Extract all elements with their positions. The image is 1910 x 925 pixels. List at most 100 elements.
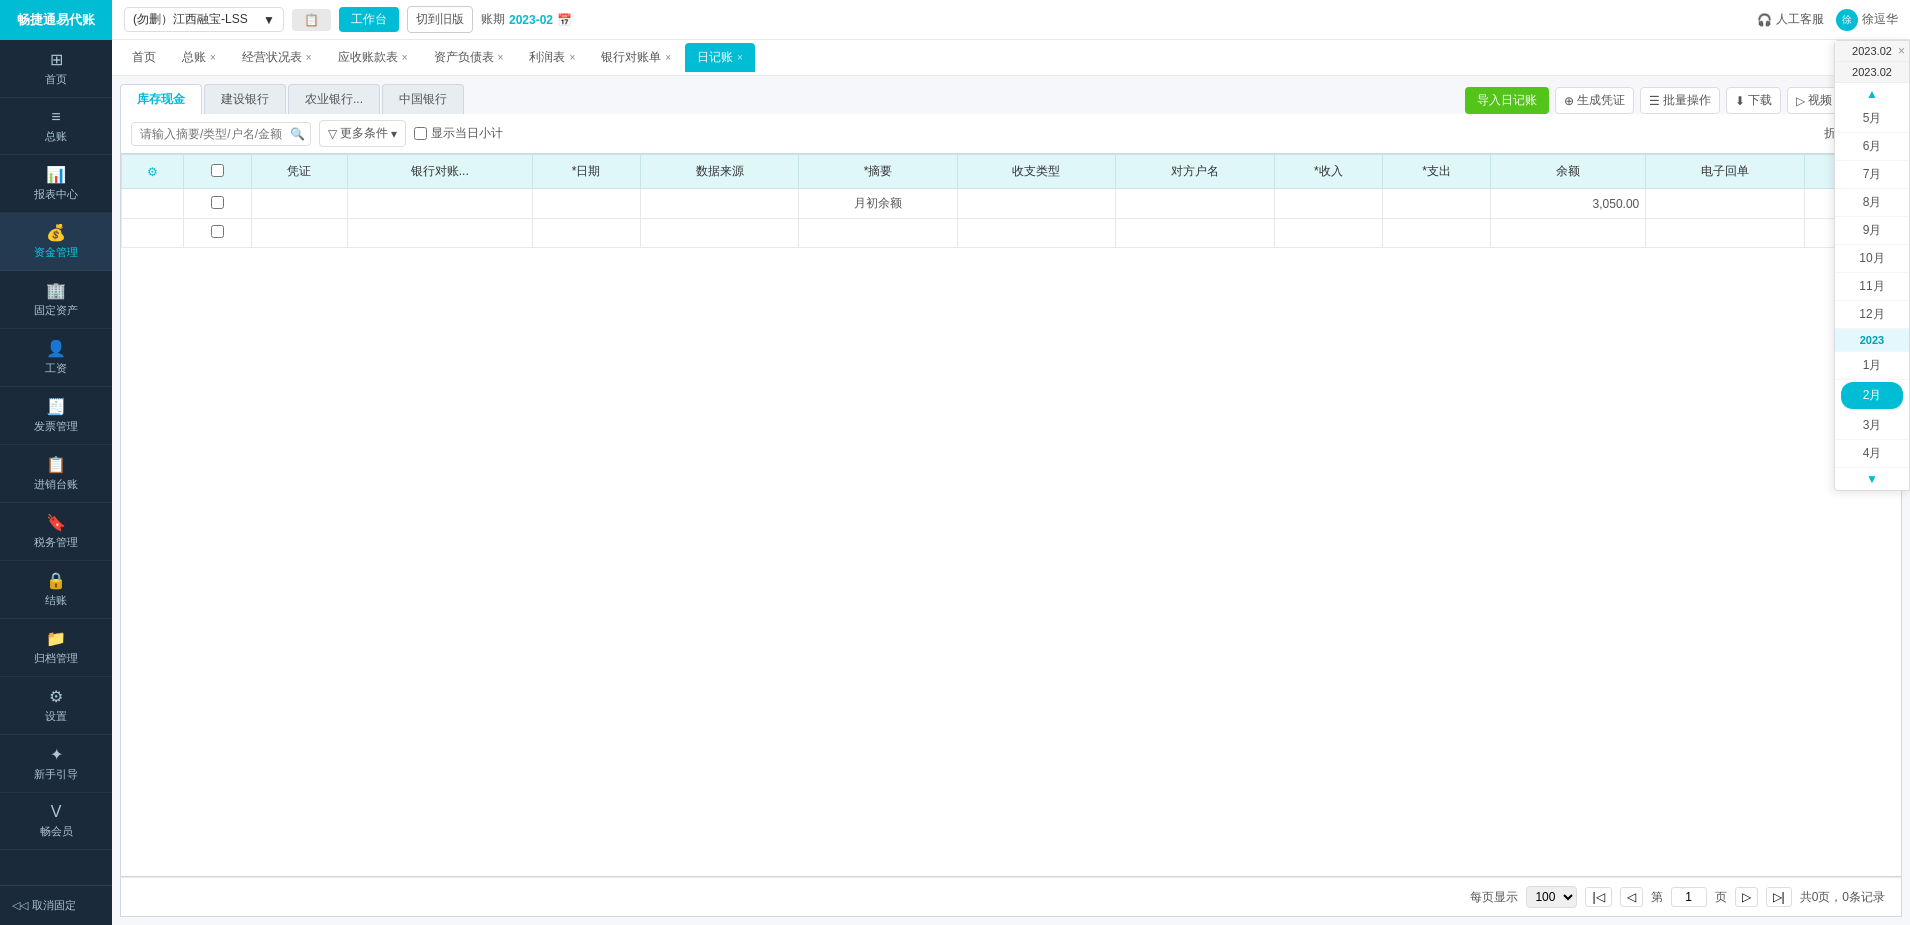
tab-home-label: 首页 (132, 49, 156, 66)
period-value[interactable]: 2023-02 (509, 13, 553, 27)
tab-journal[interactable]: 日记账 × (685, 43, 755, 72)
tab-receivable[interactable]: 应收账款表 × (326, 43, 420, 72)
tax-icon: 🔖 (46, 513, 66, 532)
customer-service[interactable]: 🎧 人工客服 (1757, 11, 1824, 28)
btn-workspace[interactable]: 工作台 (339, 7, 399, 32)
period-panel-close[interactable]: × (1898, 44, 1905, 58)
video-icon: ▷ (1796, 94, 1805, 108)
cell-bank-reconcile-2 (348, 219, 533, 248)
sidebar-item-assets[interactable]: 🏢 固定资产 (0, 271, 112, 329)
company-selector[interactable]: (勿删）江西融宝-LSS ▼ (124, 7, 284, 32)
tab-ledger[interactable]: 总账 × (170, 43, 228, 72)
search-input[interactable] (131, 122, 311, 146)
first-page-btn[interactable]: |◁ (1585, 887, 1611, 907)
sidebar-collapse-btn[interactable]: ◁◁ 取消固定 (0, 885, 112, 925)
tab-home[interactable]: 首页 (120, 43, 168, 72)
tab-assets-label: 资产负债表 (434, 49, 494, 66)
assets-icon: 🏢 (46, 281, 66, 300)
cell-balance-1: 3,050.00 (1491, 189, 1646, 219)
period-month-12[interactable]: 12月 (1835, 301, 1909, 329)
tab-assets-close[interactable]: × (498, 52, 504, 63)
sidebar-item-report[interactable]: 📊 报表中心 (0, 155, 112, 213)
btn-more-filter[interactable]: ▽ 更多条件 ▾ (319, 120, 406, 147)
period-panel-header-2: 2023.02 (1835, 62, 1909, 83)
sidebar-item-tax[interactable]: 🔖 税务管理 (0, 503, 112, 561)
sidebar-item-member[interactable]: V 畅会员 (0, 793, 112, 850)
sidebar-item-ledger[interactable]: ≡ 总账 (0, 98, 112, 155)
btn-download[interactable]: ⬇ 下载 (1726, 87, 1781, 114)
prev-page-btn[interactable]: ◁ (1620, 887, 1643, 907)
sidebar-item-guide[interactable]: ✦ 新手引导 (0, 735, 112, 793)
btn-copy[interactable]: 📋 (292, 9, 331, 31)
period-month-2-active[interactable]: 2月 (1841, 382, 1903, 410)
closing-icon: 🔒 (46, 571, 66, 590)
period-month-6[interactable]: 6月 (1835, 133, 1909, 161)
sidebar-item-home[interactable]: ⊞ 首页 (0, 40, 112, 98)
period-month-10[interactable]: 10月 (1835, 245, 1909, 273)
cell-checkbox-2[interactable] (184, 219, 252, 248)
period-month-4[interactable]: 4月 (1835, 440, 1909, 468)
btn-generate-voucher[interactable]: ⊕ 生成凭证 (1555, 87, 1634, 114)
period-month-8[interactable]: 8月 (1835, 189, 1909, 217)
sub-tab-cash[interactable]: 库存现金 (120, 84, 202, 114)
next-page-btn[interactable]: ▷ (1735, 887, 1758, 907)
tab-profit[interactable]: 利润表 × (517, 43, 587, 72)
sub-tab-boc[interactable]: 中国银行 (382, 84, 464, 114)
sidebar-item-sales[interactable]: 📋 进销台账 (0, 445, 112, 503)
btn-old-version[interactable]: 切到旧版 (407, 6, 473, 33)
sub-tab-ccb[interactable]: 建设银行 (204, 84, 286, 114)
sidebar-item-invoice[interactable]: 🧾 发票管理 (0, 387, 112, 445)
btn-import-journal[interactable]: 导入日记账 (1465, 87, 1549, 114)
btn-video[interactable]: ▷ 视频 (1787, 87, 1841, 114)
show-daily-total-label[interactable]: 显示当日小计 (414, 125, 503, 142)
tab-profit-close[interactable]: × (569, 52, 575, 63)
tab-receivable-close[interactable]: × (402, 52, 408, 63)
page-label: 第 (1651, 889, 1663, 906)
period-month-5[interactable]: 5月 (1835, 105, 1909, 133)
search-icon[interactable]: 🔍 (290, 127, 305, 141)
tab-journal-close[interactable]: × (737, 52, 743, 63)
sidebar-item-settings[interactable]: ⚙ 设置 (0, 677, 112, 735)
cell-income-1 (1274, 189, 1382, 219)
sub-tab-abc[interactable]: 农业银行... (288, 84, 380, 114)
show-daily-total-checkbox[interactable] (414, 127, 427, 140)
cell-checkbox-1[interactable] (184, 189, 252, 219)
btn-batch-operation[interactable]: ☰ 批量操作 (1640, 87, 1720, 114)
cell-date-2 (532, 219, 640, 248)
period-year-2023: 2023 (1835, 329, 1909, 352)
period-month-11[interactable]: 11月 (1835, 273, 1909, 301)
per-page-select[interactable]: 100 50 200 (1526, 886, 1577, 908)
tab-bank-reconcile[interactable]: 银行对账单 × (589, 43, 683, 72)
period-scroll-down[interactable]: ▼ (1835, 468, 1909, 490)
th-settings[interactable]: ⚙ (122, 155, 184, 189)
tab-management[interactable]: 经营状况表 × (230, 43, 324, 72)
period-month-9[interactable]: 9月 (1835, 217, 1909, 245)
table-settings-icon[interactable]: ⚙ (147, 165, 158, 179)
calendar-icon[interactable]: 📅 (557, 13, 572, 27)
select-all-checkbox[interactable] (211, 164, 224, 177)
current-page-input[interactable] (1671, 887, 1707, 907)
company-dropdown-icon: ▼ (263, 13, 275, 27)
th-income-type: 收支类型 (957, 155, 1115, 189)
sidebar-item-closing-label: 结账 (45, 593, 67, 608)
tab-assets[interactable]: 资产负债表 × (422, 43, 516, 72)
sidebar-item-archive[interactable]: 📁 归档管理 (0, 619, 112, 677)
tab-ledger-close[interactable]: × (210, 52, 216, 63)
last-page-btn[interactable]: ▷| (1766, 887, 1792, 907)
period-month-3[interactable]: 3月 (1835, 412, 1909, 440)
period-month-1[interactable]: 1月 (1835, 352, 1909, 380)
tab-management-close[interactable]: × (306, 52, 312, 63)
sidebar-item-payroll[interactable]: 👤 工资 (0, 329, 112, 387)
period-month-7[interactable]: 7月 (1835, 161, 1909, 189)
tab-bank-reconcile-close[interactable]: × (665, 52, 671, 63)
pagination-bar: 每页显示 100 50 200 |◁ ◁ 第 页 ▷ ▷| 共0页，0条记录 (120, 877, 1902, 917)
th-checkbox[interactable] (184, 155, 252, 189)
sidebar-item-closing[interactable]: 🔒 结账 (0, 561, 112, 619)
period-scroll-up[interactable]: ▲ (1835, 83, 1909, 105)
sidebar-item-fund[interactable]: 💰 资金管理 (0, 213, 112, 271)
main-content: (勿删）江西融宝-LSS ▼ 📋 工作台 切到旧版 账期 2023-02 📅 🎧… (112, 0, 1910, 925)
sidebar-item-archive-label: 归档管理 (34, 651, 78, 666)
sidebar-item-member-label: 畅会员 (40, 824, 73, 839)
user-info[interactable]: 徐 徐逗华 (1836, 9, 1898, 31)
cell-counterpart-1 (1116, 189, 1274, 219)
